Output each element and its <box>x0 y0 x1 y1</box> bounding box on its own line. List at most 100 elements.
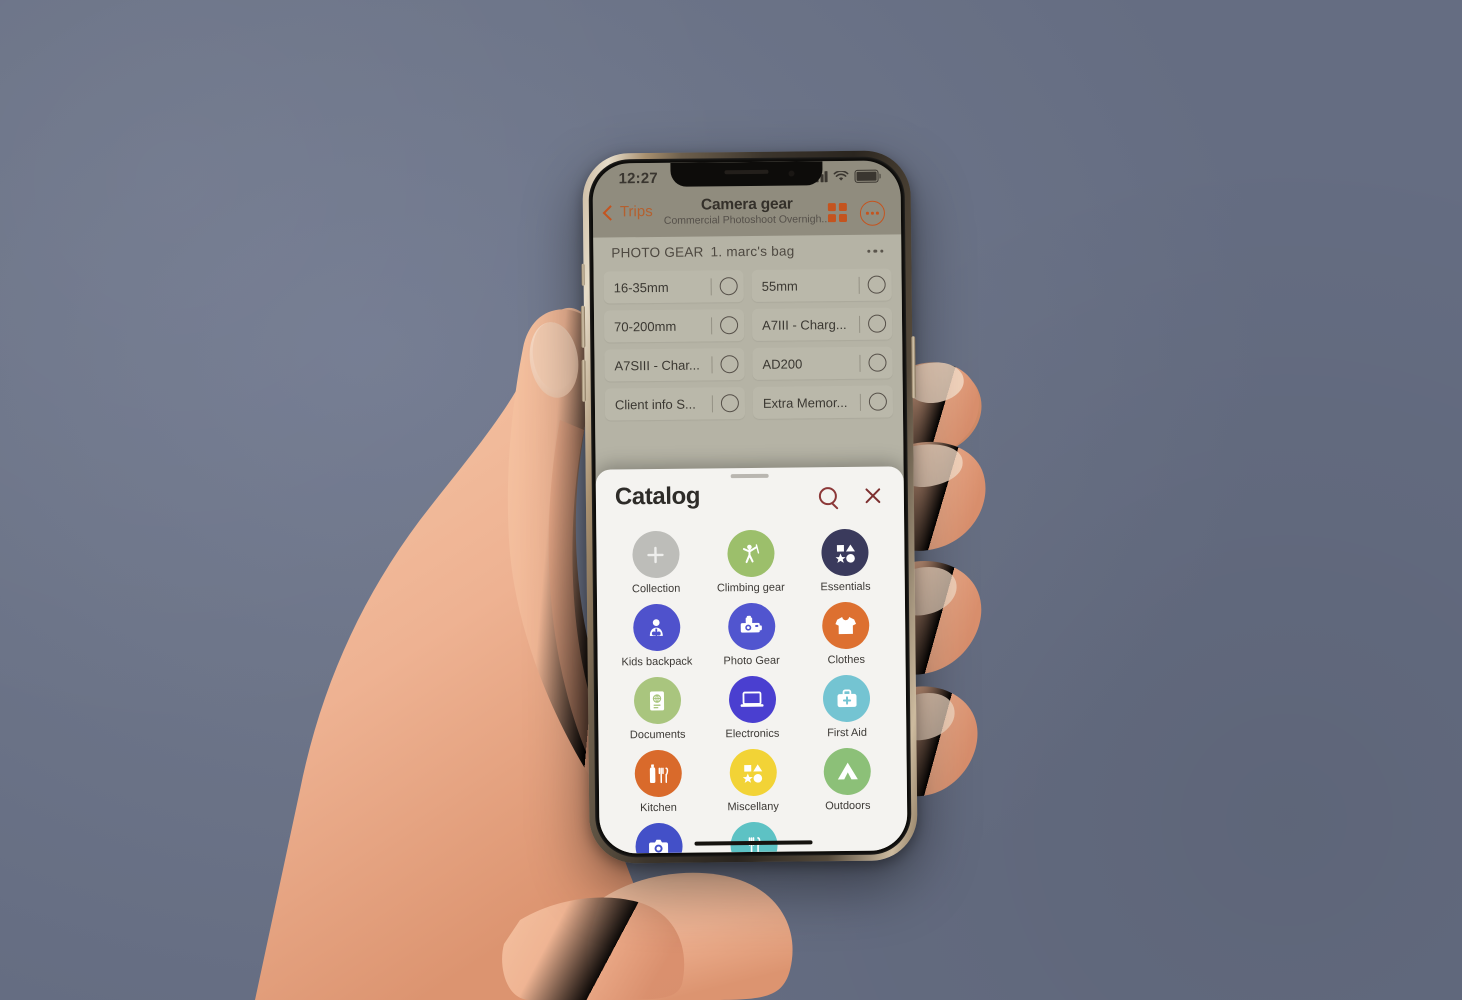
catalog-item-kitchen[interactable]: Kitchen <box>611 749 706 814</box>
climbing-gear-icon-circle <box>726 529 775 578</box>
documents-icon-circle <box>633 676 682 725</box>
catalog-item-miscellany[interactable]: Miscellany <box>705 748 800 813</box>
divider <box>859 393 861 411</box>
wifi-icon <box>833 170 849 181</box>
collection-icon-circle <box>632 530 680 579</box>
chevron-left-icon <box>602 204 619 221</box>
photo-gear-icon-circle <box>727 602 775 651</box>
list-item[interactable]: A7III - Charg... <box>751 307 893 341</box>
catalog-item-partial-camera[interactable] <box>611 822 706 854</box>
catalog-item-label: Clothes <box>827 653 865 667</box>
checkbox-circle[interactable] <box>868 392 887 411</box>
status-bar-clock: 12:27 <box>618 169 659 188</box>
checkbox-circle[interactable] <box>720 394 740 413</box>
catalog-item-label: Miscellany <box>727 800 779 814</box>
more-options-icon[interactable] <box>859 200 886 226</box>
grid-view-icon[interactable] <box>827 202 848 223</box>
catalog-item-label: Photo Gear <box>723 654 780 668</box>
catalog-item-first-aid[interactable]: First Aid <box>799 674 894 740</box>
divider <box>711 316 713 334</box>
kids-backpack-icon-circle <box>632 603 681 652</box>
electronics-icon-circle <box>728 675 776 724</box>
power-button[interactable] <box>911 336 916 399</box>
list-item[interactable]: Client info S... <box>604 387 746 421</box>
catalog-grid: Collection Climbing gear Essentials Kids… <box>596 522 907 854</box>
camera-icon <box>740 615 762 633</box>
list-item[interactable]: 55mm <box>751 268 892 302</box>
divider <box>711 355 713 373</box>
list-item[interactable]: A7SIII - Char... <box>604 348 745 382</box>
catalog-item-documents[interactable]: Documents <box>610 676 705 741</box>
catalog-item-kids-backpack[interactable]: Kids backpack <box>609 603 704 668</box>
catalog-item-climbing-gear[interactable]: Climbing gear <box>703 529 798 595</box>
catalog-sheet-header: Catalog <box>596 466 905 525</box>
bottle-cutlery-icon <box>650 763 669 783</box>
laptop-icon <box>740 691 764 707</box>
divider <box>711 394 714 412</box>
page-subtitle: Commercial Photoshoot Overnigh... <box>663 213 831 227</box>
catalog-row-partial <box>611 820 896 854</box>
catalog-item-label: First Aid <box>827 726 867 740</box>
climber-icon <box>742 543 760 563</box>
tshirt-icon <box>835 616 857 635</box>
catalog-item-label: Kitchen <box>640 801 677 815</box>
back-button[interactable]: Trips <box>602 203 653 221</box>
catalog-item-label: Collection <box>631 582 681 596</box>
volume-down-button[interactable] <box>581 359 586 402</box>
first-aid-icon-circle <box>822 674 871 723</box>
section-more-icon[interactable] <box>867 249 884 254</box>
hand-holding-phone <box>255 307 986 1000</box>
checkbox-circle[interactable] <box>720 316 739 335</box>
camera-icon <box>649 839 669 854</box>
checkbox-circle[interactable] <box>720 355 739 374</box>
mute-switch[interactable] <box>581 263 585 286</box>
list-item-label: 55mm <box>761 277 798 294</box>
essentials-icon-circle <box>821 528 869 577</box>
list-item-label: 16-35mm <box>613 279 669 295</box>
plus-icon <box>647 546 665 563</box>
volume-up-button[interactable] <box>580 305 586 348</box>
list-item-controls <box>710 277 738 296</box>
catalog-item-essentials[interactable]: Essentials <box>798 528 893 594</box>
iphone-device: 12:27 Trips Camera gear Commercial Photo… <box>580 150 918 864</box>
search-icon[interactable] <box>818 487 839 510</box>
shapes-icon <box>742 763 763 783</box>
catalog-row: Documents Electronics First Aid <box>610 674 895 751</box>
clothes-icon-circle <box>822 601 870 650</box>
checkbox-circle[interactable] <box>867 314 887 333</box>
catalog-item-label: Essentials <box>820 580 871 594</box>
catalog-item-photo-gear[interactable]: Photo Gear <box>704 602 799 667</box>
checkbox-circle[interactable] <box>719 277 738 296</box>
catalog-item-label: Climbing gear <box>716 581 785 595</box>
list-item[interactable]: AD200 <box>752 346 893 380</box>
catalog-item-electronics[interactable]: Electronics <box>704 675 799 740</box>
catalog-item-outdoors[interactable]: Outdoors <box>800 747 895 812</box>
catalog-item-partial-empty <box>801 820 896 853</box>
catalog-row: Kids backpack Photo Gear Clothes <box>609 601 894 678</box>
close-icon[interactable] <box>864 487 882 505</box>
nav-title-group: Camera gear Commercial Photoshoot Overni… <box>652 194 842 228</box>
back-button-label: Trips <box>619 203 653 221</box>
checkbox-circle[interactable] <box>868 353 887 372</box>
kitchen-icon-circle <box>634 749 682 798</box>
catalog-item-clothes[interactable]: Clothes <box>798 601 893 667</box>
catalog-row: Kitchen Miscellany Outdoors <box>611 747 896 823</box>
passport-icon <box>650 690 665 711</box>
list-item[interactable]: Extra Memor... <box>752 385 894 419</box>
list-item[interactable]: 70-200mm <box>603 309 745 343</box>
battery-full-icon <box>854 169 879 183</box>
list-item-label: Extra Memor... <box>762 394 848 411</box>
section-header-text: PHOTO GEAR 1. marc's bag <box>611 244 794 261</box>
divider <box>710 277 712 295</box>
catalog-item-partial-cutlery[interactable] <box>706 821 801 854</box>
catalog-title: Catalog <box>614 482 701 511</box>
divider <box>859 354 861 372</box>
list-item-controls <box>859 392 887 411</box>
outdoors-icon-circle <box>823 747 872 796</box>
list-item[interactable]: 16-35mm <box>603 270 744 304</box>
list-item-controls <box>711 316 739 335</box>
catalog-item-collection[interactable]: Collection <box>608 530 703 595</box>
catalog-row: Collection Climbing gear Essentials <box>608 528 893 605</box>
checkbox-circle[interactable] <box>867 275 886 294</box>
earpiece-speaker <box>724 169 769 175</box>
